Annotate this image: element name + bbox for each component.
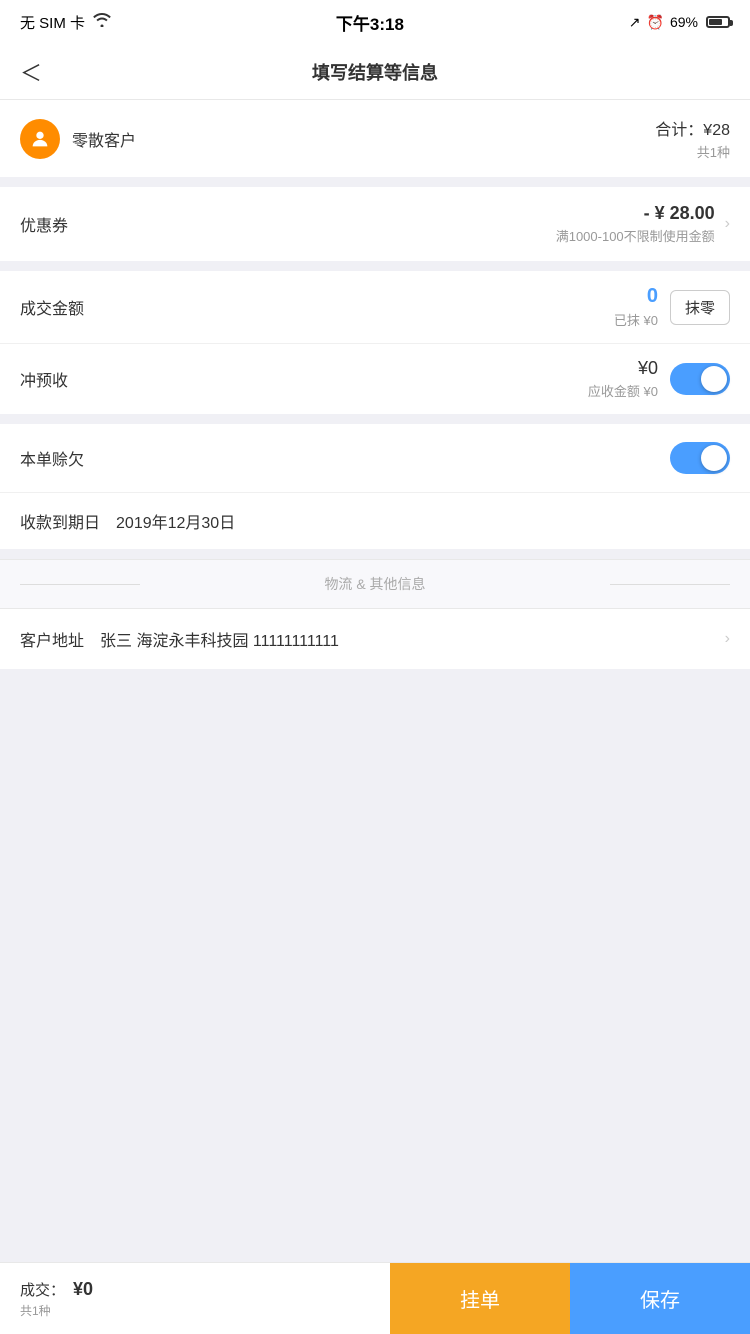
- status-bar: 无 SIM 卡 下午3:18 ↗ ⏰ 69%: [0, 0, 750, 44]
- coupon-label: 优惠券: [20, 212, 68, 236]
- prepay-sub: 应收金额 ¥0: [588, 381, 658, 400]
- due-date-row: 收款到期日 2019年12月30日: [0, 492, 750, 549]
- credit-toggle[interactable]: [670, 442, 730, 474]
- location-icon: ↗: [629, 14, 641, 31]
- transaction-sub: 已抹 ¥0: [614, 310, 658, 329]
- address-row[interactable]: 客户地址 张三 海淀永丰科技园 11111111111 ›: [0, 609, 750, 669]
- credit-toggle-knob: [701, 445, 727, 471]
- credit-label: 本单赊欠: [20, 446, 84, 470]
- status-time: 下午3:18: [336, 10, 404, 35]
- toggle-knob: [701, 366, 727, 392]
- hold-button[interactable]: 挂单: [390, 1263, 570, 1334]
- logistics-header: 物流 & 其他信息: [0, 559, 750, 609]
- address-label: 客户地址: [20, 627, 84, 651]
- transaction-value-block: 0 已抹 ¥0: [614, 285, 658, 329]
- battery-percent: 69%: [670, 14, 698, 30]
- coupon-amount: - ¥ 28.00: [556, 203, 715, 224]
- coupon-row[interactable]: 优惠券 - ¥ 28.00 满1000-100不限制使用金额 ›: [0, 187, 750, 261]
- save-button[interactable]: 保存: [570, 1263, 750, 1334]
- credit-row: 本单赊欠: [0, 424, 750, 492]
- address-chevron-icon: ›: [725, 630, 730, 648]
- alarm-icon: ⏰: [647, 14, 664, 31]
- prepay-value-block: ¥0 应收金额 ¥0: [588, 358, 658, 400]
- page-title: 填写结算等信息: [50, 59, 700, 85]
- prepay-toggle[interactable]: [670, 363, 730, 395]
- logistics-section: 物流 & 其他信息 客户地址 张三 海淀永丰科技园 11111111111 ›: [0, 559, 750, 669]
- due-date-value: 2019年12月30日: [116, 509, 235, 533]
- bottom-count: 共1种: [20, 1302, 370, 1319]
- total-count: 共1种: [655, 142, 730, 161]
- status-left: 无 SIM 卡: [20, 12, 111, 33]
- back-button[interactable]: ＜: [20, 48, 50, 96]
- prepay-amount: ¥0: [588, 358, 658, 379]
- bottom-bar: 成交： ¥0 共1种 挂单 保存: [0, 1262, 750, 1334]
- transaction-row: 成交金额 0 已抹 ¥0 抹零: [0, 271, 750, 344]
- nav-bar: ＜ 填写结算等信息: [0, 44, 750, 100]
- bottom-info: 成交： ¥0 共1种: [0, 1279, 390, 1319]
- sim-label: 无 SIM 卡: [20, 12, 85, 33]
- due-date-label: 收款到期日: [20, 509, 100, 533]
- customer-right: 合计：¥28 共1种: [655, 116, 730, 161]
- content-area: 零散客户 合计：¥28 共1种 优惠券 - ¥ 28.00 满1000-100不…: [0, 100, 750, 879]
- bottom-transaction-amount: ¥0: [73, 1279, 93, 1300]
- address-value: 张三 海淀永丰科技园 11111111111: [100, 627, 339, 651]
- empty-space: [0, 679, 750, 879]
- customer-left: 零散客户: [20, 119, 136, 159]
- customer-row: 零散客户 合计：¥28 共1种: [0, 100, 750, 177]
- coupon-section[interactable]: 优惠券 - ¥ 28.00 满1000-100不限制使用金额 ›: [0, 187, 750, 261]
- credit-section: 本单赊欠 收款到期日 2019年12月30日: [0, 424, 750, 549]
- transaction-right: 0 已抹 ¥0 抹零: [614, 285, 730, 329]
- coupon-right: - ¥ 28.00 满1000-100不限制使用金额 ›: [556, 203, 730, 245]
- transaction-amount: 0: [614, 285, 658, 308]
- coupon-value-block: - ¥ 28.00 满1000-100不限制使用金额: [556, 203, 715, 245]
- bottom-transaction-label: 成交：: [20, 1279, 65, 1300]
- round-button[interactable]: 抹零: [670, 290, 730, 325]
- bottom-transaction: 成交： ¥0: [20, 1279, 370, 1300]
- avatar: [20, 119, 60, 159]
- customer-name: 零散客户: [72, 127, 136, 151]
- coupon-chevron-icon: ›: [725, 215, 730, 233]
- transaction-label: 成交金额: [20, 295, 84, 319]
- coupon-sub: 满1000-100不限制使用金额: [556, 226, 715, 245]
- address-left: 客户地址 张三 海淀永丰科技园 11111111111: [20, 627, 339, 651]
- total-amount: 合计：¥28: [655, 116, 730, 140]
- prepay-row: 冲预收 ¥0 应收金额 ¥0: [0, 344, 750, 414]
- battery-icon: [706, 16, 730, 28]
- wifi-icon: [93, 13, 111, 31]
- logistics-header-text: 物流 & 其他信息: [324, 576, 425, 592]
- customer-section: 零散客户 合计：¥28 共1种: [0, 100, 750, 177]
- status-right: ↗ ⏰ 69%: [629, 14, 730, 31]
- prepay-label: 冲预收: [20, 367, 68, 391]
- transaction-section: 成交金额 0 已抹 ¥0 抹零 冲预收 ¥0 应收金额 ¥0: [0, 271, 750, 414]
- prepay-right: ¥0 应收金额 ¥0: [588, 358, 730, 400]
